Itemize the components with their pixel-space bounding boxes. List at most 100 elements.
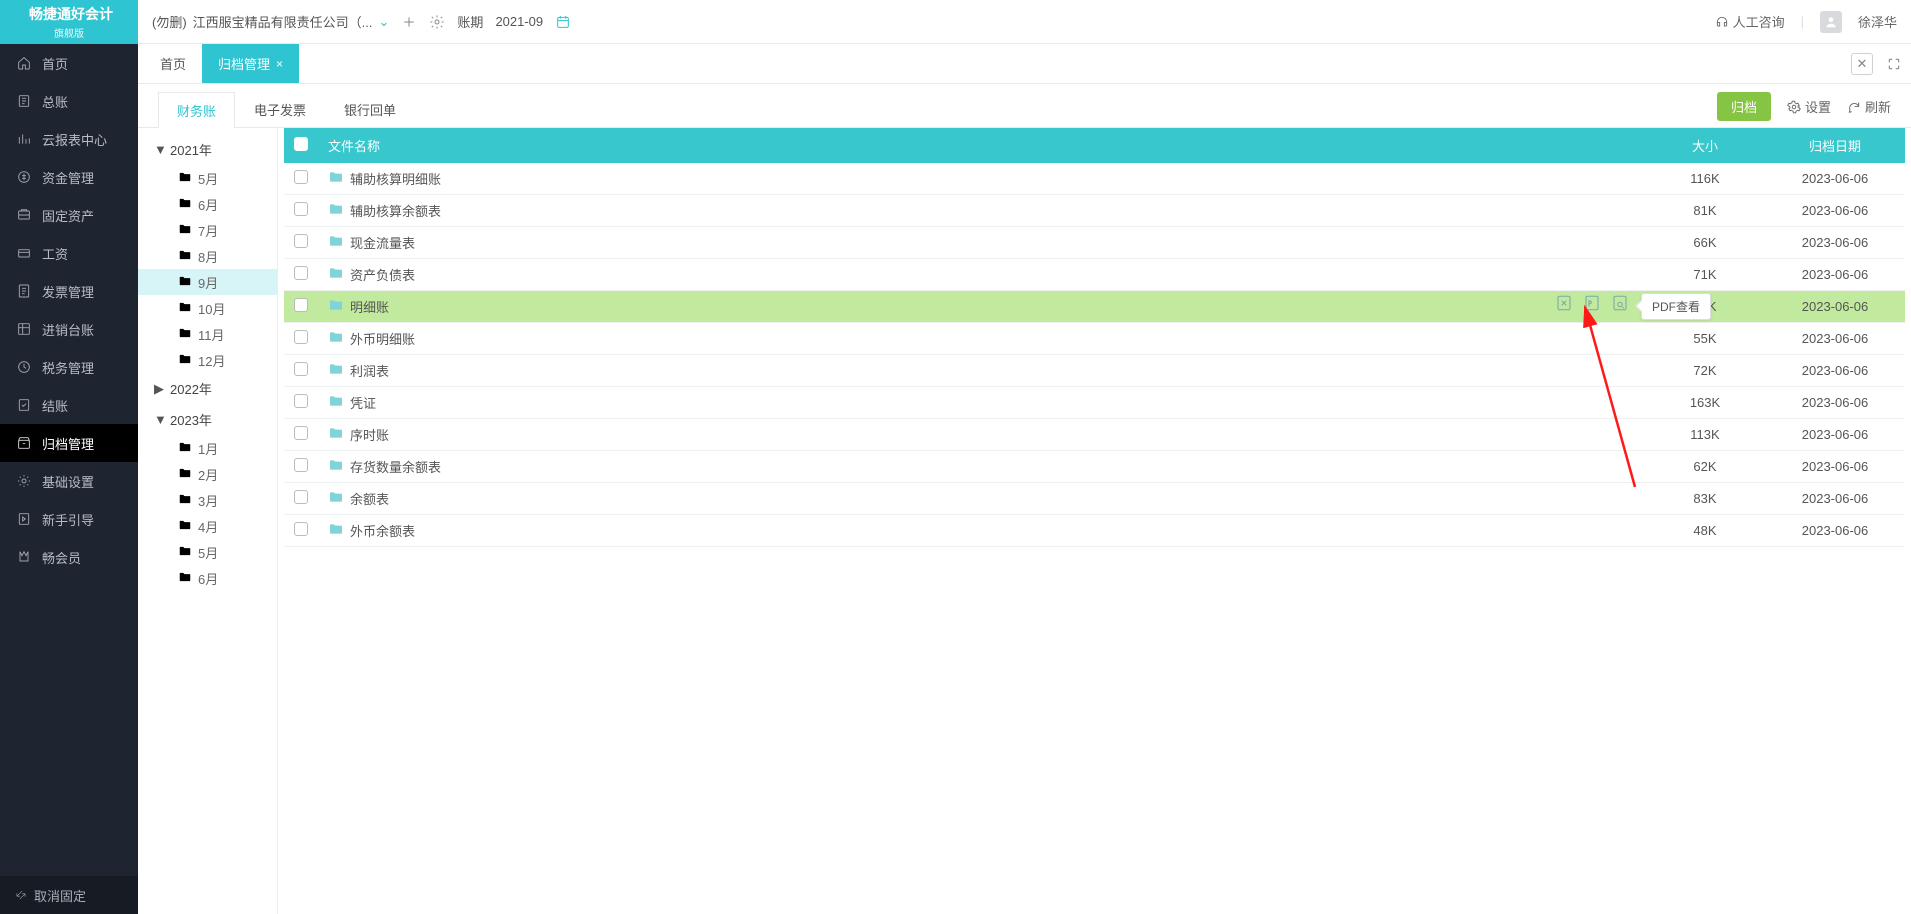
tree-month[interactable]: 6月: [138, 191, 277, 217]
table-row[interactable]: 利润表72K2023-06-06: [284, 355, 1905, 387]
file-date: 2023-06-06: [1765, 195, 1905, 227]
company-name: 江西服宝精品有限责任公司（...: [193, 12, 373, 31]
table-row[interactable]: 外币明细账55K2023-06-06: [284, 323, 1905, 355]
tree-month[interactable]: 6月: [138, 565, 277, 591]
row-checkbox[interactable]: [294, 330, 308, 344]
sidebar-unpin[interactable]: 取消固定: [0, 876, 138, 914]
sidebar-item-ledger[interactable]: 总账: [0, 82, 138, 120]
calendar-icon[interactable]: [555, 14, 571, 30]
sidebar-item-invoice[interactable]: 发票管理: [0, 272, 138, 310]
row-checkbox[interactable]: [294, 298, 308, 312]
sidebar-item-tax[interactable]: 税务管理: [0, 348, 138, 386]
table-row[interactable]: 辅助核算余额表81K2023-06-06: [284, 195, 1905, 227]
folder-icon: [178, 196, 192, 213]
tree-year[interactable]: ▼2023年: [138, 404, 277, 435]
row-checkbox[interactable]: [294, 522, 308, 536]
row-checkbox[interactable]: [294, 170, 308, 184]
table-row[interactable]: 序时账113K2023-06-06: [284, 419, 1905, 451]
select-all-checkbox[interactable]: [294, 137, 308, 151]
folder-icon: [178, 222, 192, 239]
tab-close-all[interactable]: ✕: [1851, 53, 1873, 75]
file-date: 2023-06-06: [1765, 259, 1905, 291]
tree-month[interactable]: 5月: [138, 539, 277, 565]
row-checkbox[interactable]: [294, 266, 308, 280]
tree-month[interactable]: 8月: [138, 243, 277, 269]
row-checkbox[interactable]: [294, 490, 308, 504]
sidebar-item-salary[interactable]: 工资: [0, 234, 138, 272]
tab-home[interactable]: 首页: [144, 44, 202, 83]
brand: 畅捷通好会计 旗舰版: [0, 0, 138, 44]
period-value[interactable]: 2021-09: [495, 14, 543, 29]
table-row[interactable]: 资产负债表71K2023-06-06: [284, 259, 1905, 291]
table-row[interactable]: 余额表83K2023-06-06: [284, 483, 1905, 515]
row-checkbox[interactable]: [294, 458, 308, 472]
folder-icon: [328, 329, 344, 348]
sidebar-item-asset[interactable]: 固定资产: [0, 196, 138, 234]
subtab-bank[interactable]: 银行回单: [325, 91, 415, 127]
subtab-finance[interactable]: 财务账: [158, 92, 235, 128]
file-size: 113K: [1645, 419, 1765, 451]
sidebar-item-guide[interactable]: 新手引导: [0, 500, 138, 538]
tree-month[interactable]: 2月: [138, 461, 277, 487]
company-picker[interactable]: (勿删) 江西服宝精品有限责任公司（... ⌄: [152, 12, 389, 31]
sidebar-item-funds[interactable]: 资金管理: [0, 158, 138, 196]
table-row[interactable]: 现金流量表66K2023-06-06: [284, 227, 1905, 259]
file-table: 文件名称 大小 归档日期 辅助核算明细账116K2023-06-06辅助核算余额…: [284, 128, 1905, 547]
report-icon: [16, 131, 32, 147]
tree-year[interactable]: ▼2021年: [138, 134, 277, 165]
file-size: 83K: [1645, 483, 1765, 515]
sidebar-item-member[interactable]: 畅会员: [0, 538, 138, 576]
folder-icon: [328, 297, 344, 316]
refresh-button[interactable]: 刷新: [1847, 97, 1891, 116]
gear-icon[interactable]: [429, 14, 445, 30]
sidebar-item-settings[interactable]: 基础设置: [0, 462, 138, 500]
fullscreen-icon[interactable]: [1883, 53, 1905, 75]
folder-icon: [178, 492, 192, 509]
sidebar-item-close[interactable]: 结账: [0, 386, 138, 424]
tree-month[interactable]: 9月: [138, 269, 277, 295]
tree-month[interactable]: 4月: [138, 513, 277, 539]
tab-archive[interactable]: 归档管理 ×: [202, 44, 299, 83]
subtab-einvoice[interactable]: 电子发票: [235, 91, 325, 127]
tree-month[interactable]: 10月: [138, 295, 277, 321]
user-name[interactable]: 徐泽华: [1858, 12, 1897, 31]
sidebar-unpin-label: 取消固定: [34, 886, 86, 905]
tree-month[interactable]: 7月: [138, 217, 277, 243]
row-checkbox[interactable]: [294, 362, 308, 376]
home-icon: [16, 55, 32, 71]
page-tabs: 首页 归档管理 × ✕: [138, 44, 1911, 84]
col-date: 归档日期: [1765, 128, 1905, 163]
tree-year[interactable]: ▶2022年: [138, 373, 277, 404]
row-checkbox[interactable]: [294, 394, 308, 408]
archive-button[interactable]: 归档: [1717, 92, 1771, 121]
add-icon[interactable]: [401, 14, 417, 30]
file-date: 2023-06-06: [1765, 387, 1905, 419]
table-row[interactable]: 辅助核算明细账116K2023-06-06: [284, 163, 1905, 195]
tree-month[interactable]: 3月: [138, 487, 277, 513]
folder-icon: [178, 248, 192, 265]
settings-button[interactable]: 设置: [1787, 97, 1831, 116]
file-date: 2023-06-06: [1765, 355, 1905, 387]
avatar[interactable]: [1820, 11, 1842, 33]
table-row[interactable]: 凭证163K2023-06-06: [284, 387, 1905, 419]
tree-month[interactable]: 12月: [138, 347, 277, 373]
sidebar-item-report[interactable]: 云报表中心: [0, 120, 138, 158]
table-row[interactable]: 存货数量余额表62K2023-06-06: [284, 451, 1905, 483]
sidebar-item-home[interactable]: 首页: [0, 44, 138, 82]
row-checkbox[interactable]: [294, 202, 308, 216]
guide-icon: [16, 511, 32, 527]
close-icon[interactable]: ×: [276, 57, 283, 71]
sidebar-item-archive[interactable]: 归档管理: [0, 424, 138, 462]
row-checkbox[interactable]: [294, 234, 308, 248]
consult-button[interactable]: 人工咨询: [1715, 12, 1785, 31]
table-row[interactable]: 外币余额表48K2023-06-06: [284, 515, 1905, 547]
chevron-down-icon: ⌄: [379, 14, 390, 30]
file-size: 62K: [1645, 451, 1765, 483]
tree-month[interactable]: 11月: [138, 321, 277, 347]
sidebar-item-stock[interactable]: 进销台账: [0, 310, 138, 348]
topbar: (勿删) 江西服宝精品有限责任公司（... ⌄ 账期 2021-09 人工咨询 …: [138, 0, 1911, 44]
tree-month[interactable]: 1月: [138, 435, 277, 461]
table-wrap: 文件名称 大小 归档日期 辅助核算明细账116K2023-06-06辅助核算余额…: [278, 128, 1911, 914]
tree-month[interactable]: 5月: [138, 165, 277, 191]
row-checkbox[interactable]: [294, 426, 308, 440]
